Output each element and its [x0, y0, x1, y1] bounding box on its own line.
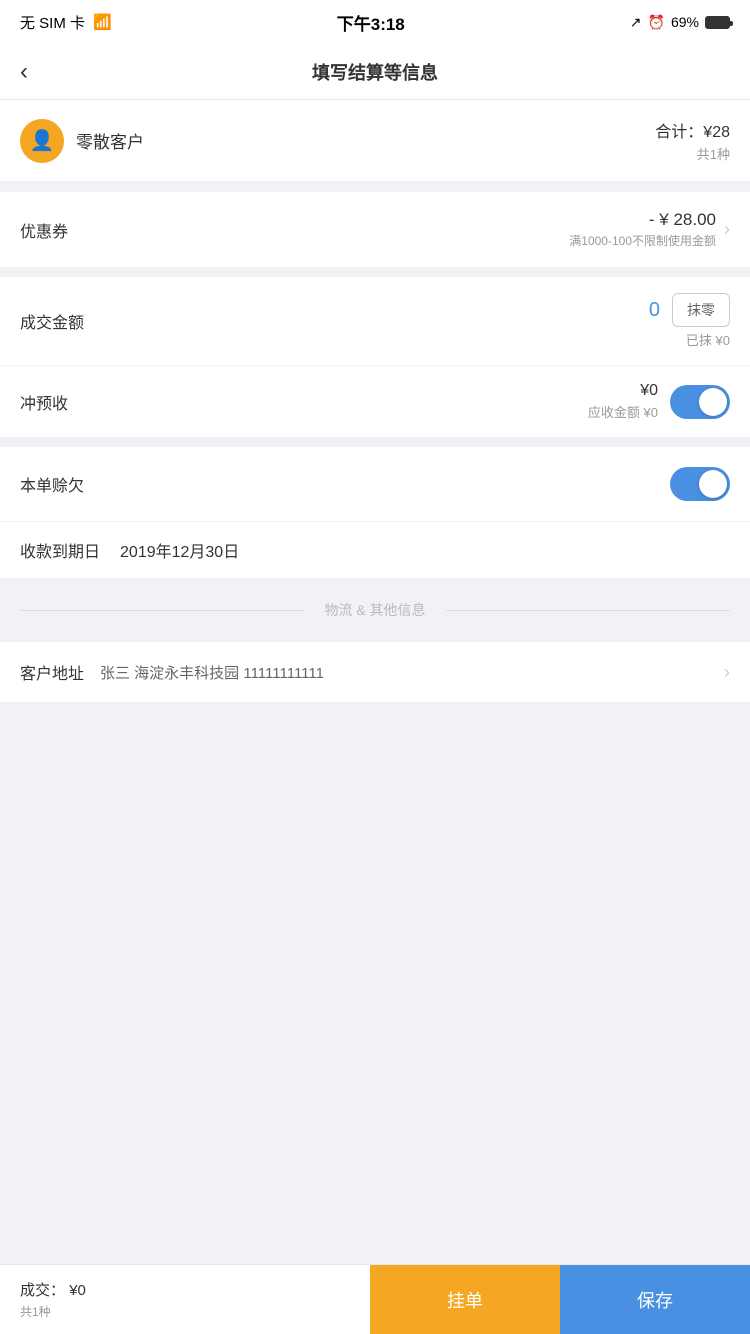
battery-icon [705, 16, 730, 29]
deal-amount-row-right: 0 抹零 [649, 293, 730, 327]
bottom-deal-label: 成交： [20, 1282, 65, 1299]
prepay-toggle[interactable] [670, 385, 730, 419]
debit-label: 本单赊欠 [20, 472, 84, 496]
prepay-amount: ¥0 [588, 382, 658, 400]
deal-amount-value: 0 [649, 299, 660, 322]
coupon-label: 优惠券 [20, 218, 68, 242]
bottom-deal-value: ¥0 [69, 1282, 86, 1299]
round-button[interactable]: 抹零 [672, 293, 730, 327]
save-button[interactable]: 保存 [560, 1265, 750, 1334]
total-count: 共1种 [655, 144, 730, 163]
address-value: 张三 海淀永丰科技园 11111111111 [100, 662, 724, 683]
address-card: 客户地址 张三 海淀永丰科技园 11111111111 › [0, 642, 750, 702]
address-chevron-icon: › [724, 662, 730, 683]
location-icon: ↗ [630, 14, 642, 31]
page-title: 填写结算等信息 [312, 59, 438, 85]
battery-percent: 69% [671, 14, 699, 30]
debit-row: 本单赊欠 [0, 447, 750, 521]
content: 👤 零散客户 合计：¥28 共1种 优惠券 - ¥ 28.00 满1000-10… [0, 100, 750, 792]
coupon-desc: 满1000-100不限制使用金额 [569, 232, 716, 249]
divider-line-left [20, 610, 304, 611]
prepay-col: ¥0 应收金额 ¥0 [588, 382, 658, 421]
deal-amount-right: 0 抹零 已抹 ¥0 [649, 293, 730, 349]
debit-section: 本单赊欠 收款到期日 2019年12月30日 [0, 447, 750, 578]
prepay-label: 冲预收 [20, 390, 68, 414]
due-row: 收款到期日 2019年12月30日 [0, 521, 750, 578]
avatar-icon: 👤 [30, 128, 55, 153]
deal-amount-row: 成交金额 0 抹零 已抹 ¥0 [0, 277, 750, 366]
coupon-card: 优惠券 - ¥ 28.00 满1000-100不限制使用金额 › [0, 191, 750, 267]
address-label: 客户地址 [20, 660, 84, 684]
nav-bar: ‹ 填写结算等信息 [0, 44, 750, 100]
prepay-sub: 应收金额 ¥0 [588, 402, 658, 421]
status-bar: 无 SIM 卡 📶 下午3:18 ↗ ⏰ 69% [0, 0, 750, 44]
chevron-right-icon: › [724, 219, 730, 240]
status-right: ↗ ⏰ 69% [630, 14, 730, 31]
bottom-info: 成交： ¥0 共1种 [0, 1279, 370, 1320]
address-row[interactable]: 客户地址 张三 海淀永丰科技园 11111111111 › [0, 642, 750, 702]
prepay-right: ¥0 应收金额 ¥0 [588, 382, 730, 421]
coupon-info: - ¥ 28.00 满1000-100不限制使用金额 [569, 210, 716, 249]
carrier-text: 无 SIM 卡 [20, 12, 85, 33]
customer-left: 👤 零散客户 [20, 119, 144, 163]
logistics-section: 物流 & 其他信息 [0, 588, 750, 632]
prepay-row: 冲预收 ¥0 应收金额 ¥0 [0, 366, 750, 437]
back-button[interactable]: ‹ [20, 58, 28, 86]
coupon-discount: - ¥ 28.00 [569, 210, 716, 230]
bottom-deal-amount: 成交： ¥0 [20, 1279, 350, 1300]
hang-button[interactable]: 挂单 [370, 1265, 560, 1334]
customer-avatar: 👤 [20, 119, 64, 163]
deal-amount-sub: 已抹 ¥0 [649, 330, 730, 349]
logistics-label: 物流 & 其他信息 [324, 600, 425, 620]
alarm-icon: ⏰ [648, 14, 665, 31]
due-date: 2019年12月30日 [120, 538, 239, 562]
spacer [0, 712, 750, 792]
divider-line-right [446, 610, 730, 611]
coupon-row[interactable]: 优惠券 - ¥ 28.00 满1000-100不限制使用金额 › [0, 191, 750, 267]
status-left: 无 SIM 卡 📶 [20, 12, 112, 33]
wifi-icon: 📶 [93, 13, 112, 31]
customer-card: 👤 零散客户 合计：¥28 共1种 [0, 100, 750, 181]
deal-amount-label: 成交金额 [20, 309, 84, 333]
total-amount: 合计：¥28 [655, 118, 730, 142]
bottom-count: 共1种 [20, 1303, 350, 1320]
bottom-bar: 成交： ¥0 共1种 挂单 保存 [0, 1264, 750, 1334]
status-time: 下午3:18 [337, 10, 405, 35]
deal-section: 成交金额 0 抹零 已抹 ¥0 冲预收 ¥0 应收金额 ¥0 [0, 277, 750, 437]
due-label: 收款到期日 [20, 538, 100, 562]
customer-name: 零散客户 [76, 128, 144, 153]
logistics-divider: 物流 & 其他信息 [0, 588, 750, 632]
coupon-right: - ¥ 28.00 满1000-100不限制使用金额 › [569, 210, 730, 249]
customer-row[interactable]: 👤 零散客户 合计：¥28 共1种 [0, 100, 750, 181]
customer-total: 合计：¥28 共1种 [655, 118, 730, 163]
debit-toggle[interactable] [670, 467, 730, 501]
